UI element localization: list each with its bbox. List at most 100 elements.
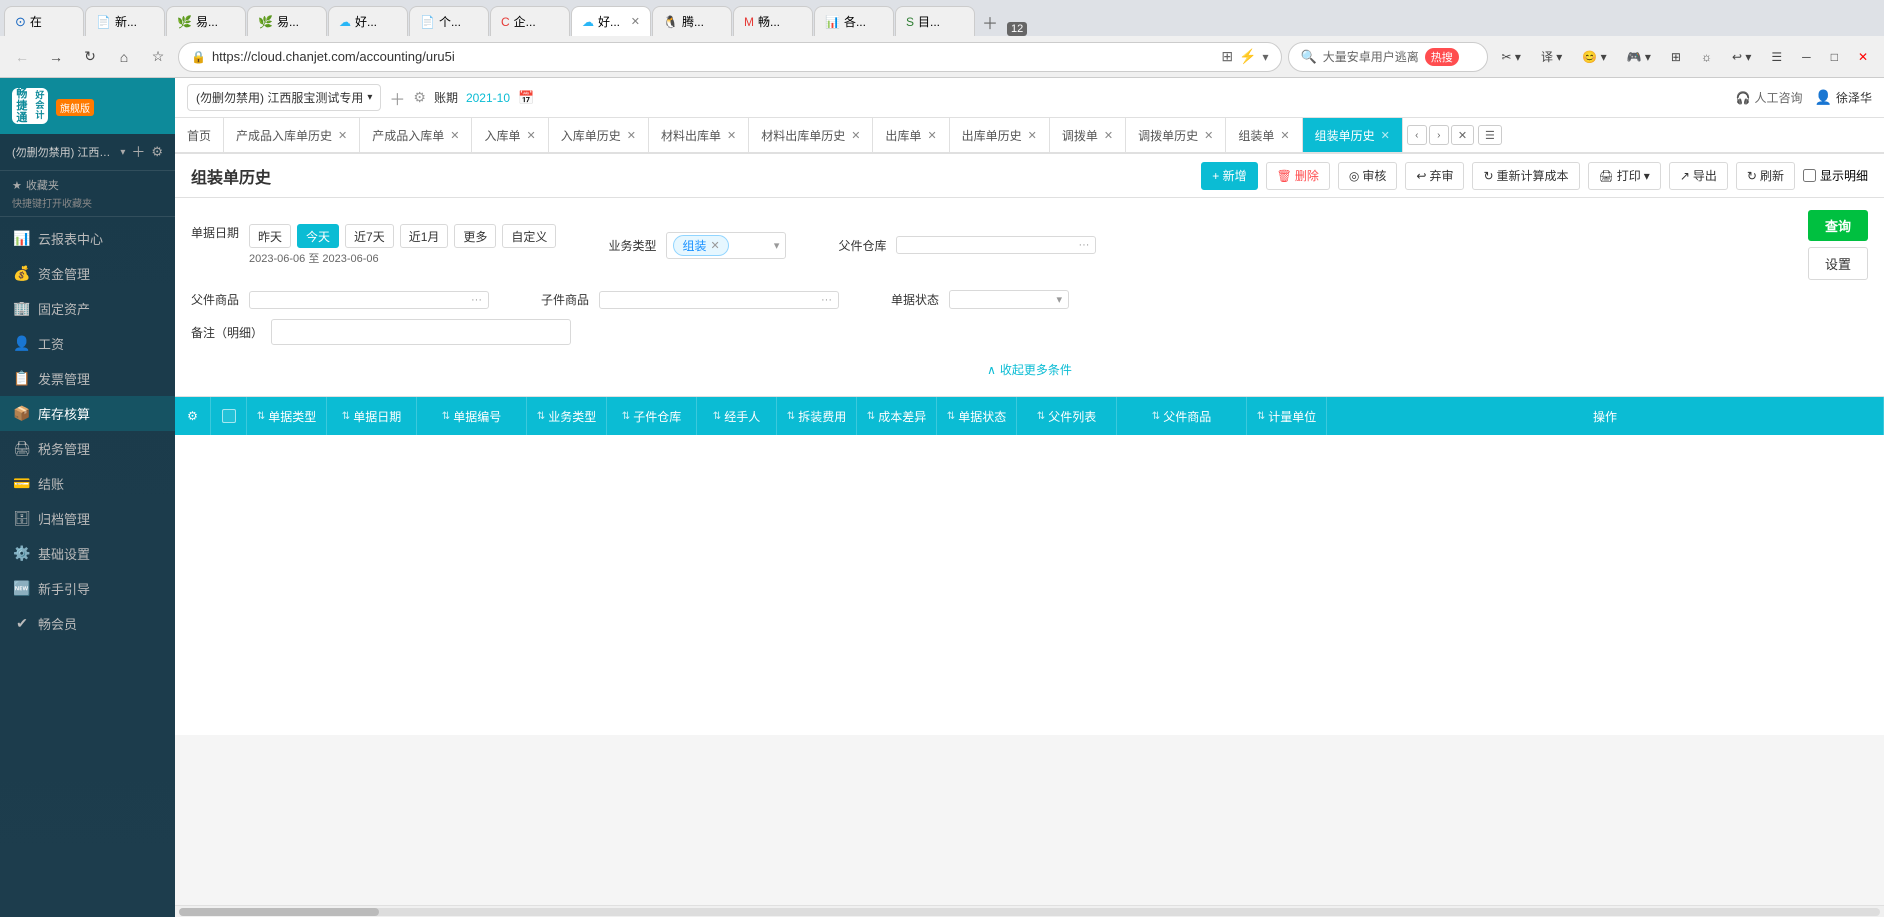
emoji-btn[interactable]: 😊 ▾ <box>1574 43 1614 71</box>
scrollbar-thumb[interactable] <box>179 908 379 916</box>
delete-btn[interactable]: 🗑 删除 <box>1266 162 1330 190</box>
child-goods-input[interactable]: ··· <box>599 291 839 309</box>
date-btn-7days[interactable]: 近7天 <box>345 224 394 248</box>
bookmark-button[interactable]: ☆ <box>144 43 172 71</box>
date-btn-more[interactable]: 更多 <box>454 224 496 248</box>
company-settings-icon[interactable]: ⚙ <box>151 144 163 160</box>
reload-button[interactable]: ↻ <box>76 43 104 71</box>
transfer-close[interactable]: ✕ <box>1104 129 1113 142</box>
date-btn-yesterday[interactable]: 昨天 <box>249 224 291 248</box>
menu-btn[interactable]: ☰ <box>1763 43 1790 71</box>
content-tab-transfer-history[interactable]: 调拨单历史 ✕ <box>1126 118 1226 153</box>
browser-tab-4[interactable]: 🌿 易... <box>247 6 327 36</box>
production-close[interactable]: ✕ <box>450 129 459 142</box>
grid-btn[interactable]: ⊞ <box>1663 43 1689 71</box>
browser-tab-3[interactable]: 🌿 易... <box>166 6 246 36</box>
th-cost-diff[interactable]: ⇅ 成本差异 <box>857 397 937 435</box>
biz-type-tag-remove[interactable]: ✕ <box>710 239 719 252</box>
user-info[interactable]: 👤 徐泽华 <box>1815 89 1872 106</box>
th-parent-goods[interactable]: ⇅ 父件商品 <box>1117 397 1247 435</box>
show-detail-checkbox-label[interactable]: 显示明细 <box>1803 167 1868 184</box>
cut-btn[interactable]: ✂ ▾ <box>1494 43 1529 71</box>
refresh-btn[interactable]: ↻ 刷新 <box>1736 162 1795 190</box>
content-tab-assembly[interactable]: 组装单 ✕ <box>1226 118 1302 153</box>
sidebar-item-invoice[interactable]: 📋 发票管理 <box>0 361 175 396</box>
period-selector[interactable]: 账期 2021-10 📅 <box>434 89 534 106</box>
minimize-btn[interactable]: ─ <box>1794 43 1819 71</box>
date-btn-1month[interactable]: 近1月 <box>400 224 449 248</box>
parent-goods-dots[interactable]: ··· <box>471 294 482 306</box>
tab-next-btn[interactable]: › <box>1429 125 1449 145</box>
th-child-warehouse[interactable]: ⇅ 子件仓库 <box>607 397 697 435</box>
address-expand-icon[interactable]: ▾ <box>1262 50 1268 64</box>
maximize-btn[interactable]: □ <box>1823 43 1846 71</box>
production-history-close[interactable]: ✕ <box>338 129 347 142</box>
content-tab-production-history[interactable]: 产成品入库单历史 ✕ <box>224 118 360 153</box>
th-dismantle-cost[interactable]: ⇅ 拆装费用 <box>777 397 857 435</box>
scrollbar-track[interactable] <box>179 908 1880 916</box>
content-tab-outstock[interactable]: 出库单 ✕ <box>873 118 949 153</box>
browser-tab-8[interactable]: ☁ 好... ✕ <box>571 6 651 36</box>
browser-tab-9[interactable]: 🐧 腾... <box>652 6 732 36</box>
browser-tab-2[interactable]: 📄 新... <box>85 6 165 36</box>
tab-close-8[interactable]: ✕ <box>631 15 640 28</box>
brightness-btn[interactable]: ☼ <box>1693 43 1720 71</box>
company-selector[interactable]: (勿删勿禁用) 江西服宝测试专用 ▾ <box>187 84 381 111</box>
tab-more-options-btn[interactable]: ☰ <box>1478 125 1502 145</box>
th-status[interactable]: ⇅ 单据状态 <box>937 397 1017 435</box>
biz-type-input[interactable]: 组装 ✕ ▾ <box>666 232 786 259</box>
translate-btn[interactable]: 译 ▾ <box>1533 43 1570 71</box>
browser-tab-12[interactable]: S 目... <box>895 6 975 36</box>
parent-goods-input[interactable]: ··· <box>249 291 489 309</box>
outstock-history-close[interactable]: ✕ <box>1028 129 1037 142</box>
th-biz-type[interactable]: ⇅ 业务类型 <box>527 397 607 435</box>
content-tab-transfer[interactable]: 调拨单 ✕ <box>1050 118 1126 153</box>
th-checkbox[interactable] <box>211 397 247 435</box>
transfer-history-close[interactable]: ✕ <box>1204 129 1213 142</box>
content-tab-material-outstock[interactable]: 材料出库单 ✕ <box>649 118 749 153</box>
bookmark-title[interactable]: ★ 收藏夹 <box>12 177 163 193</box>
add-company-icon[interactable]: ＋ <box>389 86 405 110</box>
outstock-close[interactable]: ✕ <box>927 129 936 142</box>
content-tab-material-outstock-history[interactable]: 材料出库单历史 ✕ <box>749 118 873 153</box>
content-tab-assembly-history[interactable]: 组装单历史 ✕ <box>1303 118 1403 153</box>
sidebar-item-inventory[interactable]: 📦 库存核算 <box>0 396 175 431</box>
game-btn[interactable]: 🎮 ▾ <box>1619 43 1659 71</box>
sidebar-item-checkout[interactable]: 💳 结账 <box>0 466 175 501</box>
content-tab-production[interactable]: 产成品入库单 ✕ <box>360 118 472 153</box>
bill-status-expand-icon[interactable]: ▾ <box>1056 293 1062 306</box>
search-area[interactable]: 🔍 大量安卓用户逃离 热搜 <box>1288 42 1488 72</box>
settings-icon[interactable]: ⚙ <box>413 89 426 106</box>
recalculate-btn[interactable]: ↻ 重新计算成本 <box>1472 162 1579 190</box>
undo-btn[interactable]: ↩ ▾ <box>1724 43 1759 71</box>
browser-tab-11[interactable]: 📊 各... <box>814 6 894 36</box>
content-tab-outstock-history[interactable]: 出库单历史 ✕ <box>950 118 1050 153</box>
sidebar-item-cloud-report[interactable]: 📊 云报表中心 <box>0 221 175 256</box>
show-detail-checkbox[interactable] <box>1803 169 1816 182</box>
sidebar-item-tax[interactable]: 🖨 税务管理 <box>0 431 175 466</box>
th-handler[interactable]: ⇅ 经手人 <box>697 397 777 435</box>
browser-tab-1[interactable]: ⊙ 在 <box>4 6 84 36</box>
browser-tab-6[interactable]: 📄 个... <box>409 6 489 36</box>
biz-type-expand-icon[interactable]: ▾ <box>774 239 780 252</box>
forward-button[interactable]: → <box>42 43 70 71</box>
instock-history-close[interactable]: ✕ <box>627 129 636 142</box>
content-tab-instock-history[interactable]: 入库单历史 ✕ <box>549 118 649 153</box>
sidebar-item-archive[interactable]: 🗄 归档管理 <box>0 501 175 536</box>
settings-btn[interactable]: 设置 <box>1808 247 1868 280</box>
assembly-history-close[interactable]: ✕ <box>1381 129 1390 142</box>
new-tab-button[interactable]: ＋ <box>976 8 1004 36</box>
sidebar-item-salary[interactable]: 👤 工资 <box>0 326 175 361</box>
address-bar[interactable]: 🔒 https://cloud.chanjet.com/accounting/u… <box>178 42 1282 72</box>
browser-tab-10[interactable]: M 畅... <box>733 6 813 36</box>
company-add-icon[interactable]: ＋ <box>131 142 145 162</box>
print-btn[interactable]: 🖨 打印 ▾ <box>1588 162 1661 190</box>
select-all-checkbox[interactable] <box>222 409 236 423</box>
date-btn-today[interactable]: 今天 <box>297 224 339 248</box>
browser-tab-5[interactable]: ☁ 好... <box>328 6 408 36</box>
home-button[interactable]: ⌂ <box>110 43 138 71</box>
instock-close[interactable]: ✕ <box>527 129 536 142</box>
sidebar-item-capital[interactable]: 💰 资金管理 <box>0 256 175 291</box>
assembly-close[interactable]: ✕ <box>1280 129 1289 142</box>
sidebar-item-member[interactable]: ✔ 畅会员 <box>0 606 175 641</box>
